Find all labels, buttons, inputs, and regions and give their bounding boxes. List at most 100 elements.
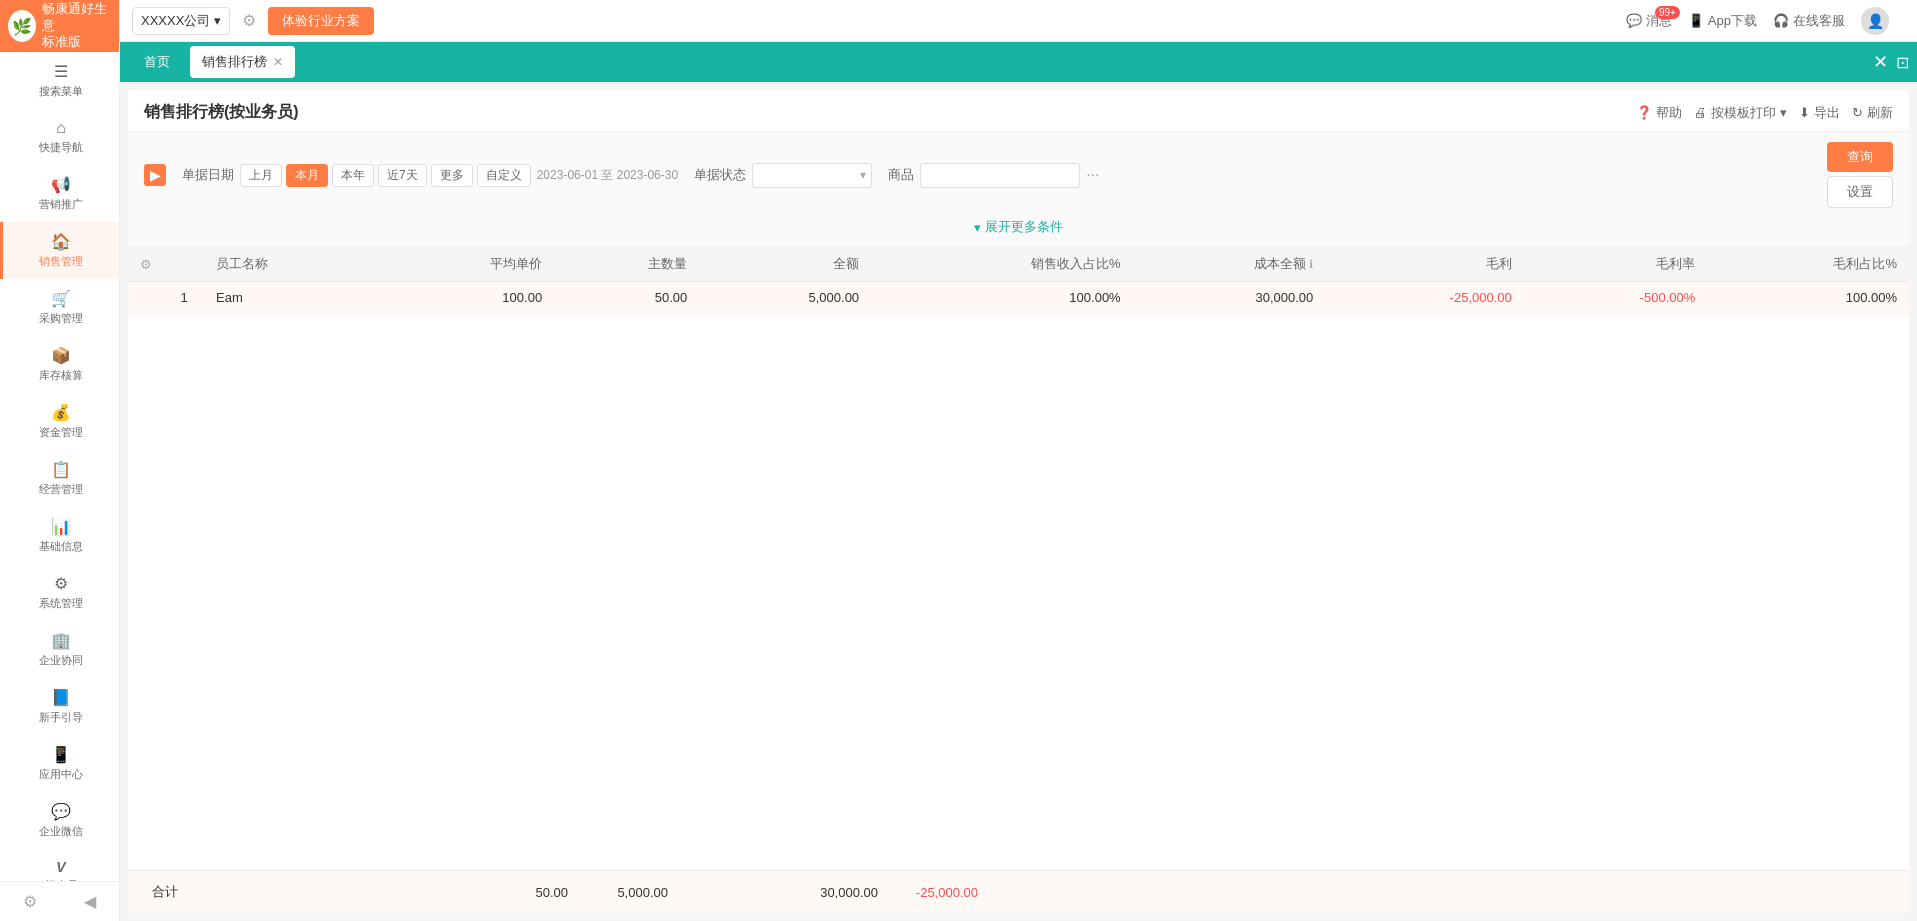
footer-cost-amount: 30,000.00 xyxy=(780,881,890,904)
online-service-action[interactable]: 🎧 在线客服 xyxy=(1773,12,1845,30)
system-icon: ⚙ xyxy=(54,574,68,593)
expand-more-button[interactable]: ▾ 展开更多条件 xyxy=(144,214,1893,236)
sidebar-item-inventory[interactable]: 📦 库存核算 xyxy=(0,336,119,393)
date-btn-more[interactable]: 更多 xyxy=(431,164,473,187)
date-btn-last-month[interactable]: 上月 xyxy=(240,164,282,187)
query-button[interactable]: 查询 xyxy=(1827,142,1893,172)
home-icon: ⌂ xyxy=(56,119,66,137)
header-actions: ❓ 帮助 🖨 按模板打印 ▾ ⬇ 导出 ↻ 刷新 xyxy=(1636,104,1893,122)
cell-profit: -25,000.00 xyxy=(1325,282,1523,314)
sidebar-item-purchase[interactable]: 🛒 采购管理 xyxy=(0,279,119,336)
sidebar-item-marketing[interactable]: 📢 营销推广 xyxy=(0,165,119,222)
col-profit-rate: 毛利率 xyxy=(1524,247,1707,282)
message-badge: 99+ xyxy=(1655,6,1680,19)
purchase-icon: 🛒 xyxy=(51,289,71,308)
logo-icon: 🌿 xyxy=(8,10,36,42)
onboarding-icon: 📘 xyxy=(51,688,71,707)
cell-employee: Eam xyxy=(204,282,379,314)
headset-icon: 🎧 xyxy=(1773,13,1789,28)
cell-sales-ratio: 100.00% xyxy=(871,282,1133,314)
topbar-settings-icon[interactable]: ⚙ xyxy=(242,11,256,30)
date-btn-7days[interactable]: 近7天 xyxy=(378,164,427,187)
help-button[interactable]: ❓ 帮助 xyxy=(1636,104,1682,122)
refresh-button[interactable]: ↻ 刷新 xyxy=(1852,104,1893,122)
cell-rank-settings xyxy=(128,282,164,314)
sidebar-settings-icon[interactable]: ⚙ xyxy=(23,892,37,911)
footer-avg-price-placeholder xyxy=(400,888,500,896)
content-area: 销售排行榜(按业务员) ❓ 帮助 🖨 按模板打印 ▾ ⬇ 导出 xyxy=(128,90,1909,913)
message-action[interactable]: 💬 消息 99+ xyxy=(1626,12,1672,30)
app-center-icon: 📱 xyxy=(51,745,71,764)
cell-avg-price: 100.00 xyxy=(379,282,554,314)
membership-icon: V xyxy=(56,859,65,875)
topbar: XXXXX公司 ▾ ⚙ 体验行业方案 💬 消息 99+ 📱 App下载 🎧 在线… xyxy=(120,0,1917,42)
cell-main-qty: 50.00 xyxy=(554,282,699,314)
collapse-button[interactable]: ▶ xyxy=(144,164,166,186)
sidebar-item-search[interactable]: ☰ 搜索菜单 xyxy=(0,52,119,109)
sidebar-nav: ☰ 搜索菜单 ⌂ 快捷导航 📢 营销推广 🏠 销售管理 🛒 采购管理 📦 库存核… xyxy=(0,52,119,881)
export-button[interactable]: ⬇ 导出 xyxy=(1799,104,1840,122)
status-select-wrapper xyxy=(752,163,872,188)
company-selector[interactable]: XXXXX公司 ▾ xyxy=(132,7,230,35)
user-avatar[interactable]: 👤 xyxy=(1861,7,1889,35)
sidebar-item-app-center[interactable]: 📱 应用中心 xyxy=(0,735,119,792)
date-label: 单据日期 xyxy=(182,166,234,184)
tab-sales-ranking[interactable]: 销售排行榜 ✕ xyxy=(190,46,295,78)
filter-row-main: ▶ 单据日期 上月 本月 本年 近7天 更多 自定义 2023-06-01 至 … xyxy=(144,142,1893,208)
app-download-icon: 📱 xyxy=(1688,13,1704,28)
help-icon: ❓ xyxy=(1636,105,1652,120)
main-content: XXXXX公司 ▾ ⚙ 体验行业方案 💬 消息 99+ 📱 App下载 🎧 在线… xyxy=(120,0,1917,921)
cell-profit-rate: -500.00% xyxy=(1524,282,1707,314)
page-header: 销售排行榜(按业务员) ❓ 帮助 🖨 按模板打印 ▾ ⬇ 导出 xyxy=(128,90,1909,132)
sidebar-item-membership[interactable]: V 畅会员 xyxy=(0,849,119,881)
col-settings[interactable]: ⚙ xyxy=(128,247,164,282)
col-rank xyxy=(164,247,204,282)
date-btn-current-year[interactable]: 本年 xyxy=(332,164,374,187)
sidebar-item-system[interactable]: ⚙ 系统管理 xyxy=(0,564,119,621)
sidebar-item-quick-nav[interactable]: ⌂ 快捷导航 xyxy=(0,109,119,165)
settings-button[interactable]: 设置 xyxy=(1827,176,1893,208)
cell-profit-ratio: 100.00% xyxy=(1707,282,1909,314)
tab-bar-restore-icon[interactable]: ⊡ xyxy=(1896,53,1909,72)
table-settings-icon[interactable]: ⚙ xyxy=(140,257,152,272)
refresh-icon: ↻ xyxy=(1852,105,1863,120)
goods-input[interactable] xyxy=(920,163,1080,188)
more-filters-icon[interactable]: ··· xyxy=(1086,166,1099,184)
sidebar-item-sales[interactable]: 🏠 销售管理 xyxy=(0,222,119,279)
sidebar: 🌿 畅康通好生意 标准版 ☰ 搜索菜单 ⌂ 快捷导航 📢 营销推广 🏠 销售管理… xyxy=(0,0,120,921)
tab-home[interactable]: 首页 xyxy=(128,42,186,82)
tab-close-icon[interactable]: ✕ xyxy=(273,55,283,69)
print-icon: 🖨 xyxy=(1694,105,1707,120)
cost-info-icon[interactable]: ℹ xyxy=(1309,258,1313,270)
sidebar-item-corp-wechat[interactable]: 💬 企业微信 xyxy=(0,792,119,849)
col-avg-price: 平均单价 xyxy=(379,247,554,282)
trial-button[interactable]: 体验行业方案 xyxy=(268,7,374,35)
page-body: 销售排行榜(按业务员) ❓ 帮助 🖨 按模板打印 ▾ ⬇ 导出 xyxy=(120,82,1917,921)
topbar-right: 💬 消息 99+ 📱 App下载 🎧 在线客服 👤 xyxy=(1626,7,1905,35)
cell-amount: 5,000.00 xyxy=(699,282,871,314)
app-download-action[interactable]: 📱 App下载 xyxy=(1688,12,1757,30)
date-btn-custom[interactable]: 自定义 xyxy=(477,164,531,187)
tab-bar-close-icon[interactable]: ✕ xyxy=(1873,51,1888,73)
status-label: 单据状态 xyxy=(694,166,746,184)
logo-text: 畅康通好生意 标准版 xyxy=(42,1,111,52)
status-select[interactable] xyxy=(752,163,872,188)
sidebar-collapse-icon[interactable]: ◀ xyxy=(84,892,96,911)
chevron-down-expand-icon: ▾ xyxy=(974,220,981,235)
print-template-button[interactable]: 🖨 按模板打印 ▾ xyxy=(1694,104,1787,122)
message-icon: 💬 xyxy=(1626,13,1642,28)
sidebar-item-operations[interactable]: 📋 经营管理 xyxy=(0,450,119,507)
filter-actions: 查询 设置 xyxy=(1827,142,1893,208)
sidebar-item-onboarding[interactable]: 📘 新手引导 xyxy=(0,678,119,735)
sales-icon: 🏠 xyxy=(51,232,71,251)
sidebar-item-basic-info[interactable]: 📊 基础信息 xyxy=(0,507,119,564)
goods-label: 商品 xyxy=(888,166,914,184)
footer-cells: 合计 50.00 5,000.00 30,000.00 -25,000.00 xyxy=(140,879,1897,905)
cell-rank: 1 xyxy=(164,282,204,314)
inventory-icon: 📦 xyxy=(51,346,71,365)
corp-collab-icon: 🏢 xyxy=(51,631,71,650)
sidebar-item-corp-collab[interactable]: 🏢 企业协同 xyxy=(0,621,119,678)
corp-wechat-icon: 💬 xyxy=(51,802,71,821)
date-btn-current-month[interactable]: 本月 xyxy=(286,164,328,187)
sidebar-item-finance[interactable]: 💰 资金管理 xyxy=(0,393,119,450)
